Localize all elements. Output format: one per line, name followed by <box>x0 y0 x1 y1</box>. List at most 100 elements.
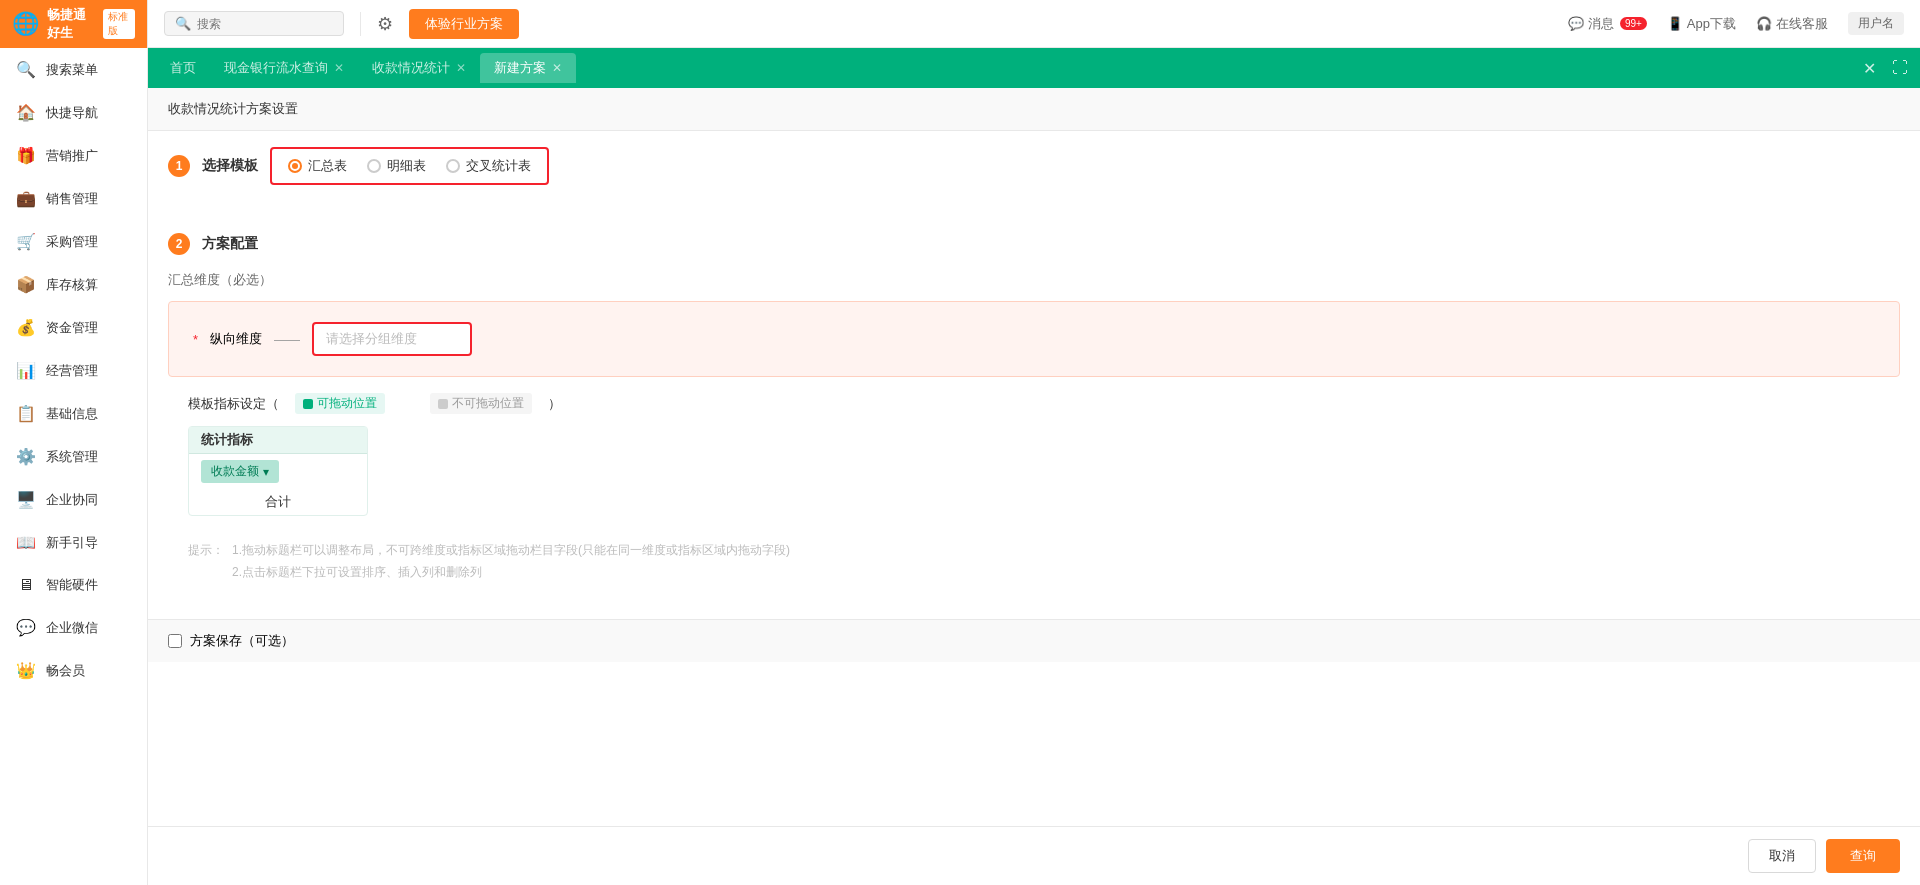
sidebar-item-search-menu[interactable]: 🔍 搜索菜单 <box>0 48 147 91</box>
tab-home-label: 首页 <box>170 59 196 77</box>
inventory-icon: 📦 <box>16 275 36 294</box>
topbar-search-box[interactable]: 🔍 <box>164 11 344 36</box>
sidebar-item-corp-wechat[interactable]: 💬 企业微信 <box>0 606 147 649</box>
indicator-tag[interactable]: 收款金额 ▾ <box>201 460 279 483</box>
tab-new-plan-label: 新建方案 <box>494 59 546 77</box>
sidebar-item-label: 销售管理 <box>46 190 98 208</box>
indicator-item-row: 收款金额 ▾ <box>189 454 367 489</box>
tab-bank-flow[interactable]: 现金银行流水查询 ✕ <box>210 53 358 83</box>
topbar-divider <box>360 12 361 36</box>
query-button[interactable]: 查询 <box>1826 839 1900 873</box>
app-download-label: App下载 <box>1687 15 1736 33</box>
corp-coop-icon: 🖥️ <box>16 490 36 509</box>
system-icon: ⚙️ <box>16 447 36 466</box>
content-area: 收款情况统计方案设置 1 选择模板 汇总表 明细表 <box>148 88 1920 826</box>
topbar: 🔍 ⚙ 体验行业方案 💬 消息 99+ 📱 App下载 🎧 在线客服 用户名 <box>148 0 1920 48</box>
tab-bank-flow-close[interactable]: ✕ <box>334 61 344 75</box>
message-btn[interactable]: 💬 消息 99+ <box>1568 15 1647 33</box>
radio-cross[interactable]: 交叉统计表 <box>446 157 531 175</box>
step1-row: 1 选择模板 汇总表 明细表 交叉统计表 <box>168 147 1900 185</box>
content-inner: 收款情况统计方案设置 1 选择模板 汇总表 明细表 <box>148 88 1920 826</box>
save-label: 方案保存（可选） <box>190 632 294 650</box>
tip-prefix-1: 提示： <box>188 540 224 562</box>
operation-icon: 📊 <box>16 361 36 380</box>
cancel-button[interactable]: 取消 <box>1748 839 1816 873</box>
tabbar-actions: ✕ ⛶ <box>1859 55 1912 82</box>
sidebar-item-new-guide[interactable]: 📖 新手引导 <box>0 521 147 564</box>
step1-section: 1 选择模板 汇总表 明细表 交叉统计表 <box>148 131 1920 217</box>
sidebar-item-inventory[interactable]: 📦 库存核算 <box>0 263 147 306</box>
tab-home[interactable]: 首页 <box>156 53 210 83</box>
sidebar-item-smart-hw[interactable]: 🖥 智能硬件 <box>0 564 147 606</box>
sidebar-item-label: 畅会员 <box>46 662 85 680</box>
dim-select-placeholder: 请选择分组维度 <box>326 330 417 348</box>
sidebar-item-marketing[interactable]: 🎁 营销推广 <box>0 134 147 177</box>
save-checkbox[interactable] <box>168 634 182 648</box>
logo-badge: 标准版 <box>103 9 135 39</box>
sidebar-item-sales[interactable]: 💼 销售管理 <box>0 177 147 220</box>
sidebar-item-operation[interactable]: 📊 经营管理 <box>0 349 147 392</box>
indicator-sub: 合计 <box>189 489 367 515</box>
smart-hw-icon: 🖥 <box>16 576 36 594</box>
dim-select[interactable]: 请选择分组维度 <box>312 322 472 356</box>
radio-cross-circle <box>446 159 460 173</box>
arrow: —— <box>274 332 300 347</box>
app-download-btn[interactable]: 📱 App下载 <box>1667 15 1736 33</box>
radio-detail[interactable]: 明细表 <box>367 157 426 175</box>
save-row: 方案保存（可选） <box>148 620 1920 662</box>
no-drag-badge: 不可拖动位置 <box>430 393 532 414</box>
tab-receipt-stat-label: 收款情况统计 <box>372 59 450 77</box>
trial-btn[interactable]: 体验行业方案 <box>409 9 519 39</box>
indicators-section: 模板指标设定（ 可拖动位置 不可拖动位置 ） 统计指标 <box>168 393 1900 532</box>
sidebar-item-corp-coop[interactable]: 🖥️ 企业协同 <box>0 478 147 521</box>
tab-fullscreen-btn[interactable]: ⛶ <box>1888 55 1912 81</box>
sidebar-item-label: 搜索菜单 <box>46 61 98 79</box>
online-service-label: 在线客服 <box>1776 15 1828 33</box>
sidebar-item-label: 经营管理 <box>46 362 98 380</box>
sidebar-item-label: 新手引导 <box>46 534 98 552</box>
sidebar-item-member[interactable]: 👑 畅会员 <box>0 649 147 692</box>
dimension-area: * 纵向维度 —— 请选择分组维度 <box>168 301 1900 377</box>
tip-text-2: 2.点击标题栏下拉可设置排序、插入列和删除列 <box>232 562 482 584</box>
tip-text-1: 1.拖动标题栏可以调整布局，不可跨维度或指标区域拖动栏目字段(只能在同一维度或指… <box>232 540 790 562</box>
marketing-icon: 🎁 <box>16 146 36 165</box>
sidebar-item-label: 采购管理 <box>46 233 98 251</box>
step2-num: 2 <box>168 233 190 255</box>
sidebar-item-label: 快捷导航 <box>46 104 98 122</box>
finance-icon: 💰 <box>16 318 36 337</box>
member-icon: 👑 <box>16 661 36 680</box>
online-service-btn[interactable]: 🎧 在线客服 <box>1756 15 1828 33</box>
tab-new-plan[interactable]: 新建方案 ✕ <box>480 53 576 83</box>
radio-detail-label: 明细表 <box>387 157 426 175</box>
user-info[interactable]: 用户名 <box>1848 12 1904 35</box>
tab-receipt-stat[interactable]: 收款情况统计 ✕ <box>358 53 480 83</box>
main-area: 🔍 ⚙ 体验行业方案 💬 消息 99+ 📱 App下载 🎧 在线客服 用户名 <box>148 0 1920 885</box>
search-input[interactable] <box>197 17 333 31</box>
settings-icon[interactable]: ⚙ <box>377 13 393 35</box>
tab-close-all-btn[interactable]: ✕ <box>1859 55 1880 82</box>
indicator-table-header: 统计指标 <box>189 427 367 454</box>
sidebar-item-basic-info[interactable]: 📋 基础信息 <box>0 392 147 435</box>
indicators-sep <box>401 395 414 413</box>
topbar-right: 💬 消息 99+ 📱 App下载 🎧 在线客服 用户名 <box>1568 12 1904 35</box>
dimension-label: 汇总维度（必选） <box>168 271 1900 289</box>
sidebar-item-finance[interactable]: 💰 资金管理 <box>0 306 147 349</box>
tab-receipt-stat-close[interactable]: ✕ <box>456 61 466 75</box>
sidebar-item-purchase[interactable]: 🛒 采购管理 <box>0 220 147 263</box>
sidebar-item-system[interactable]: ⚙️ 系统管理 <box>0 435 147 478</box>
required-mark: * <box>193 332 198 347</box>
tabbar: 首页 现金银行流水查询 ✕ 收款情况统计 ✕ 新建方案 ✕ ✕ ⛶ <box>148 48 1920 88</box>
sidebar: 🌐 畅捷通好生 标准版 🔍 搜索菜单 🏠 快捷导航 🎁 营销推广 💼 销售管理 … <box>0 0 148 885</box>
message-label: 消息 <box>1588 15 1614 33</box>
tab-new-plan-close[interactable]: ✕ <box>552 61 562 75</box>
tip-line-2: 提示： 2.点击标题栏下拉可设置排序、插入列和删除列 <box>188 562 1880 584</box>
radio-cross-label: 交叉统计表 <box>466 157 531 175</box>
sidebar-item-quick-nav[interactable]: 🏠 快捷导航 <box>0 91 147 134</box>
basic-info-icon: 📋 <box>16 404 36 423</box>
radio-summary[interactable]: 汇总表 <box>288 157 347 175</box>
drag-badge: 可拖动位置 <box>295 393 385 414</box>
page-header: 收款情况统计方案设置 <box>148 88 1920 131</box>
indicator-dropdown-icon[interactable]: ▾ <box>263 465 269 479</box>
tab-bank-flow-label: 现金银行流水查询 <box>224 59 328 77</box>
vertical-dim-label: 纵向维度 <box>210 330 262 348</box>
